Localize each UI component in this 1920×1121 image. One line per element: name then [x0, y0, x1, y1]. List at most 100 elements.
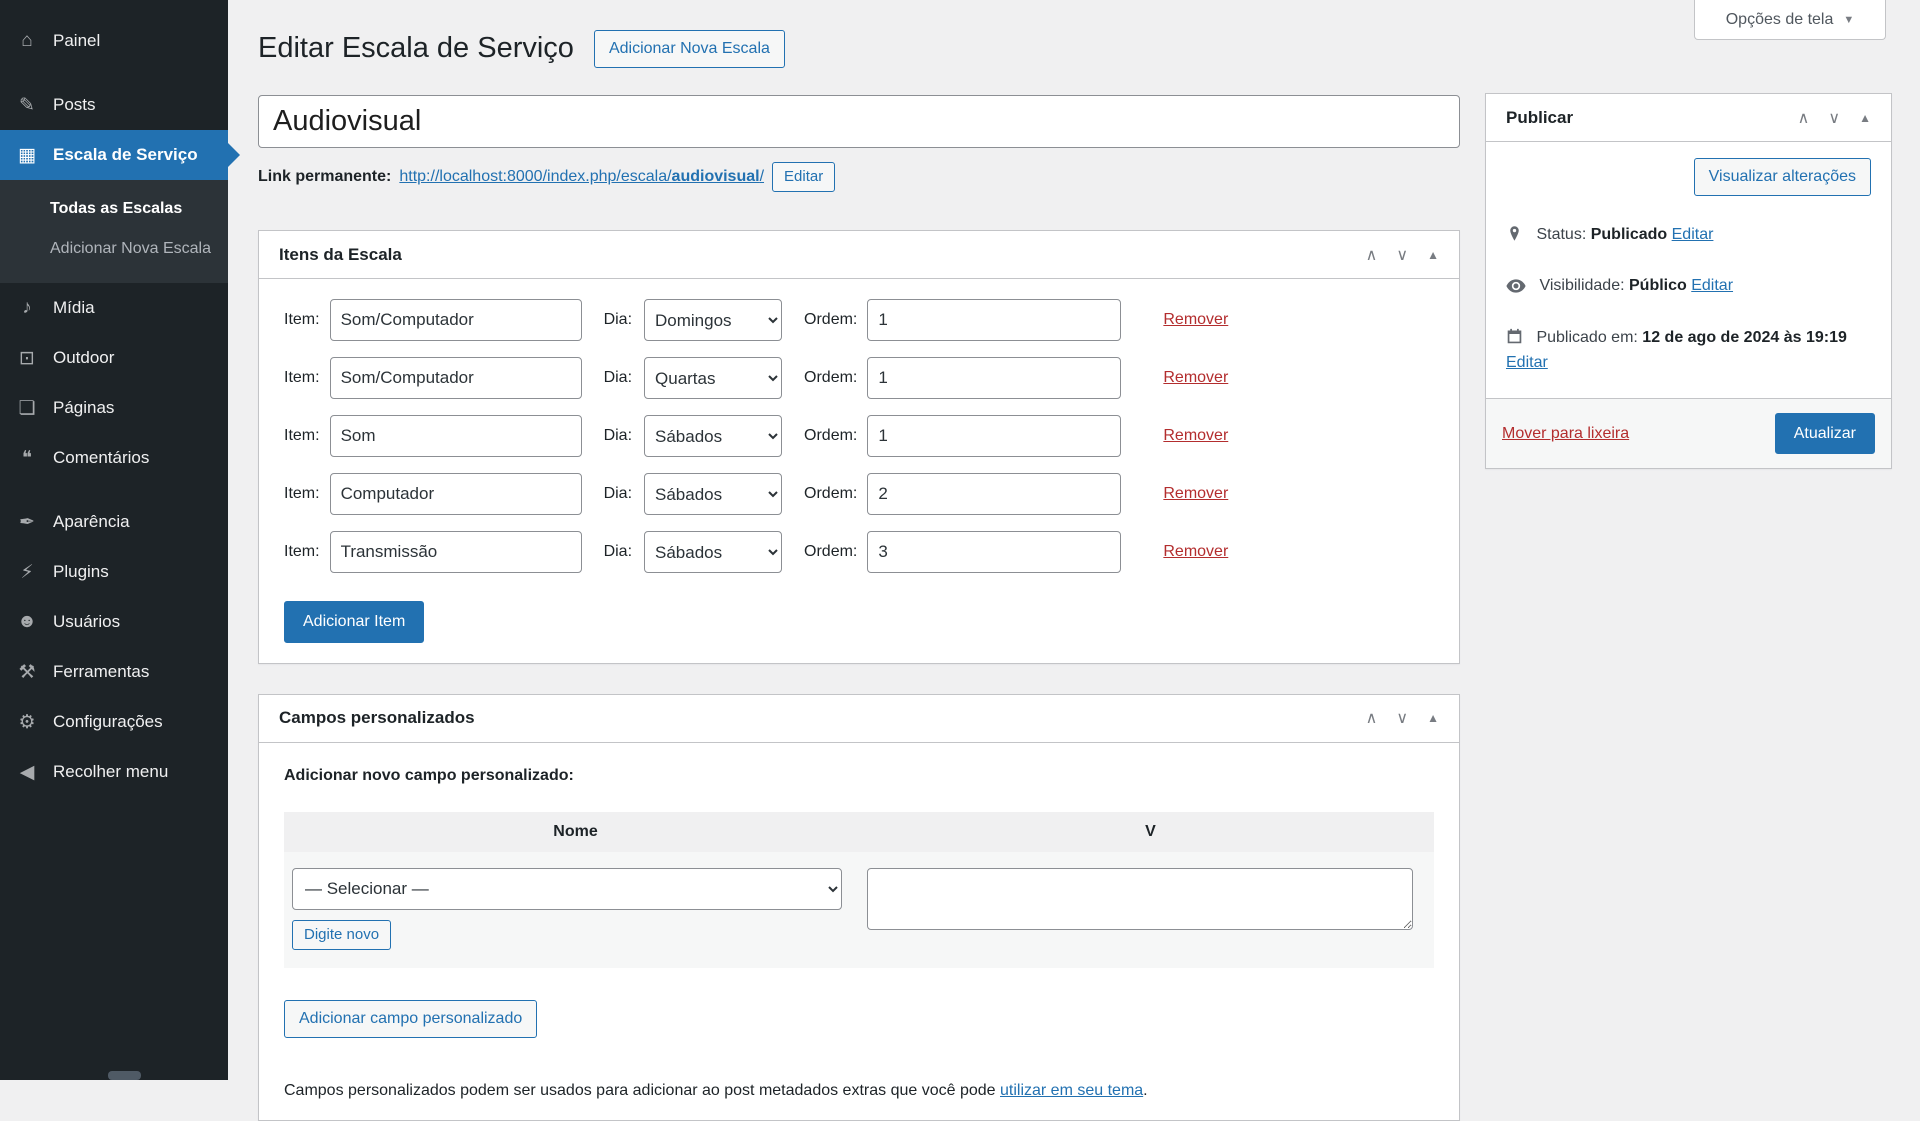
custom-field-name-select[interactable]: — Selecionar —: [292, 868, 842, 910]
move-up-icon[interactable]: ∧: [1798, 108, 1810, 128]
add-item-button[interactable]: Adicionar Item: [284, 601, 424, 643]
permalink-link[interactable]: http://localhost:8000/index.php/escala/a…: [399, 168, 764, 186]
custom-field-value-textarea[interactable]: [867, 868, 1413, 930]
appearance-icon: ✒: [14, 511, 40, 534]
day-select[interactable]: Sábados: [644, 531, 782, 573]
plugins-icon: ⚡: [14, 561, 40, 584]
move-down-icon[interactable]: ∨: [1396, 708, 1408, 728]
sidebar-item-configuracoes[interactable]: ⚙ Configurações: [0, 697, 228, 747]
sidebar-item-outdoor[interactable]: ⊡ Outdoor: [0, 333, 228, 383]
items-metabox-header[interactable]: Itens da Escala ∧ ∨ ▲: [259, 231, 1459, 279]
add-new-escala-button[interactable]: Adicionar Nova Escala: [594, 30, 785, 68]
day-select[interactable]: Sábados: [644, 415, 782, 457]
order-label: Ordem:: [804, 311, 857, 329]
move-up-icon[interactable]: ∧: [1366, 708, 1378, 728]
horizontal-scrollbar-thumb[interactable]: [108, 1071, 141, 1080]
permalink-trailing: /: [760, 168, 764, 185]
items-metabox: Itens da Escala ∧ ∨ ▲ Item: Dia: Domingo…: [258, 230, 1460, 664]
toggle-panel-icon[interactable]: ▲: [1427, 711, 1439, 725]
metabox-controls: ∧ ∨ ▲: [1366, 708, 1439, 728]
sidebar-item-label: Recolher menu: [53, 762, 168, 782]
item-name-input[interactable]: [330, 299, 582, 341]
use-in-theme-link[interactable]: utilizar em seu tema: [1000, 1082, 1143, 1099]
collapse-menu-icon: ◀: [14, 761, 40, 784]
day-label: Dia:: [604, 311, 632, 329]
order-input[interactable]: [867, 531, 1121, 573]
item-label: Item:: [284, 485, 320, 503]
custom-fields-table-row: — Selecionar — Digite novo: [284, 852, 1434, 969]
schedule-item-row: Item: Dia: Quartas Ordem: Remover: [284, 357, 1434, 399]
item-name-input[interactable]: [330, 415, 582, 457]
schedule-item-row: Item: Dia: Sábados Ordem: Remover: [284, 531, 1434, 573]
post-title-input[interactable]: [258, 95, 1460, 148]
toggle-panel-icon[interactable]: ▲: [1859, 111, 1871, 125]
sidebar-item-aparencia[interactable]: ✒ Aparência: [0, 497, 228, 547]
dashboard-icon: ⌂: [14, 30, 40, 52]
order-input[interactable]: [867, 473, 1121, 515]
sidebar-item-painel[interactable]: ⌂ Painel: [0, 16, 228, 66]
remove-item-link[interactable]: Remover: [1163, 311, 1228, 329]
item-name-input[interactable]: [330, 357, 582, 399]
eye-icon: [1506, 279, 1526, 293]
remove-item-link[interactable]: Remover: [1163, 543, 1228, 561]
sidebar-item-usuarios[interactable]: ☻ Usuários: [0, 597, 228, 647]
custom-field-name-cell: — Selecionar — Digite novo: [284, 868, 867, 951]
menu-separator: [0, 66, 228, 80]
preview-changes-button[interactable]: Visualizar alterações: [1694, 158, 1871, 196]
toggle-panel-icon[interactable]: ▲: [1427, 248, 1439, 262]
order-input[interactable]: [867, 357, 1121, 399]
published-label: Publicado em:: [1536, 329, 1637, 346]
sidebar-item-plugins[interactable]: ⚡ Plugins: [0, 547, 228, 597]
edit-status-link[interactable]: Editar: [1672, 226, 1714, 243]
item-name-input[interactable]: [330, 531, 582, 573]
sidebar-item-escala-de-servico[interactable]: ▦ Escala de Serviço: [0, 130, 228, 180]
sidebar-item-label: Plugins: [53, 562, 109, 582]
move-down-icon[interactable]: ∨: [1828, 108, 1840, 128]
sidebar-item-ferramentas[interactable]: ⚒ Ferramentas: [0, 647, 228, 697]
status-label: Status:: [1536, 226, 1586, 243]
screen-options-button[interactable]: Opções de tela ▼: [1694, 0, 1886, 40]
edit-published-link[interactable]: Editar: [1506, 354, 1548, 371]
sidebar-item-label: Posts: [53, 95, 96, 115]
edit-visibility-link[interactable]: Editar: [1691, 277, 1733, 294]
custom-fields-header[interactable]: Campos personalizados ∧ ∨ ▲: [259, 695, 1459, 743]
day-select[interactable]: Domingos: [644, 299, 782, 341]
day-select[interactable]: Sábados: [644, 473, 782, 515]
submenu-item-adicionar-nova-escala[interactable]: Adicionar Nova Escala: [0, 229, 228, 269]
help-text-period: .: [1143, 1082, 1147, 1099]
sidebar-item-label: Mídia: [53, 298, 95, 318]
chevron-down-icon: ▼: [1843, 14, 1854, 26]
sidebar-item-posts[interactable]: ✎ Posts: [0, 80, 228, 130]
screen-options-label: Opções de tela: [1726, 11, 1834, 29]
main-column: Editar Escala de Serviço Adicionar Nova …: [258, 0, 1460, 1121]
order-input[interactable]: [867, 299, 1121, 341]
submenu-item-todas-as-escalas[interactable]: Todas as Escalas: [0, 189, 228, 229]
move-down-icon[interactable]: ∨: [1396, 245, 1408, 265]
sidebar-item-midia[interactable]: ♪ Mídia: [0, 283, 228, 333]
help-text: Campos personalizados podem ser usados p…: [284, 1082, 1000, 1099]
remove-item-link[interactable]: Remover: [1163, 485, 1228, 503]
add-custom-field-button[interactable]: Adicionar campo personalizado: [284, 1000, 537, 1038]
remove-item-link[interactable]: Remover: [1163, 369, 1228, 387]
publish-header[interactable]: Publicar ∧ ∨ ▲: [1486, 94, 1891, 142]
page-title: Editar Escala de Serviço: [258, 32, 574, 65]
update-button[interactable]: Atualizar: [1775, 413, 1875, 455]
enter-new-field-button[interactable]: Digite novo: [292, 920, 391, 951]
schedule-item-row: Item: Dia: Domingos Ordem: Remover: [284, 299, 1434, 341]
sidebar-item-label: Escala de Serviço: [53, 145, 198, 165]
sidebar-item-label: Configurações: [53, 712, 163, 732]
order-input[interactable]: [867, 415, 1121, 457]
sidebar-item-recolher-menu[interactable]: ◀ Recolher menu: [0, 747, 228, 797]
sidebar-item-label: Comentários: [53, 448, 149, 468]
remove-item-link[interactable]: Remover: [1163, 427, 1228, 445]
sidebar-item-paginas[interactable]: ❏ Páginas: [0, 383, 228, 433]
published-date-row: Publicado em: 12 de ago de 2024 às 19:19…: [1506, 326, 1871, 376]
publish-footer: Mover para lixeira Atualizar: [1486, 398, 1891, 469]
item-name-input[interactable]: [330, 473, 582, 515]
move-to-trash-link[interactable]: Mover para lixeira: [1502, 425, 1629, 443]
items-metabox-title: Itens da Escala: [279, 245, 402, 265]
sidebar-item-comentarios[interactable]: ❝ Comentários: [0, 433, 228, 483]
day-select[interactable]: Quartas: [644, 357, 782, 399]
move-up-icon[interactable]: ∧: [1366, 245, 1378, 265]
edit-permalink-button[interactable]: Editar: [772, 162, 835, 193]
